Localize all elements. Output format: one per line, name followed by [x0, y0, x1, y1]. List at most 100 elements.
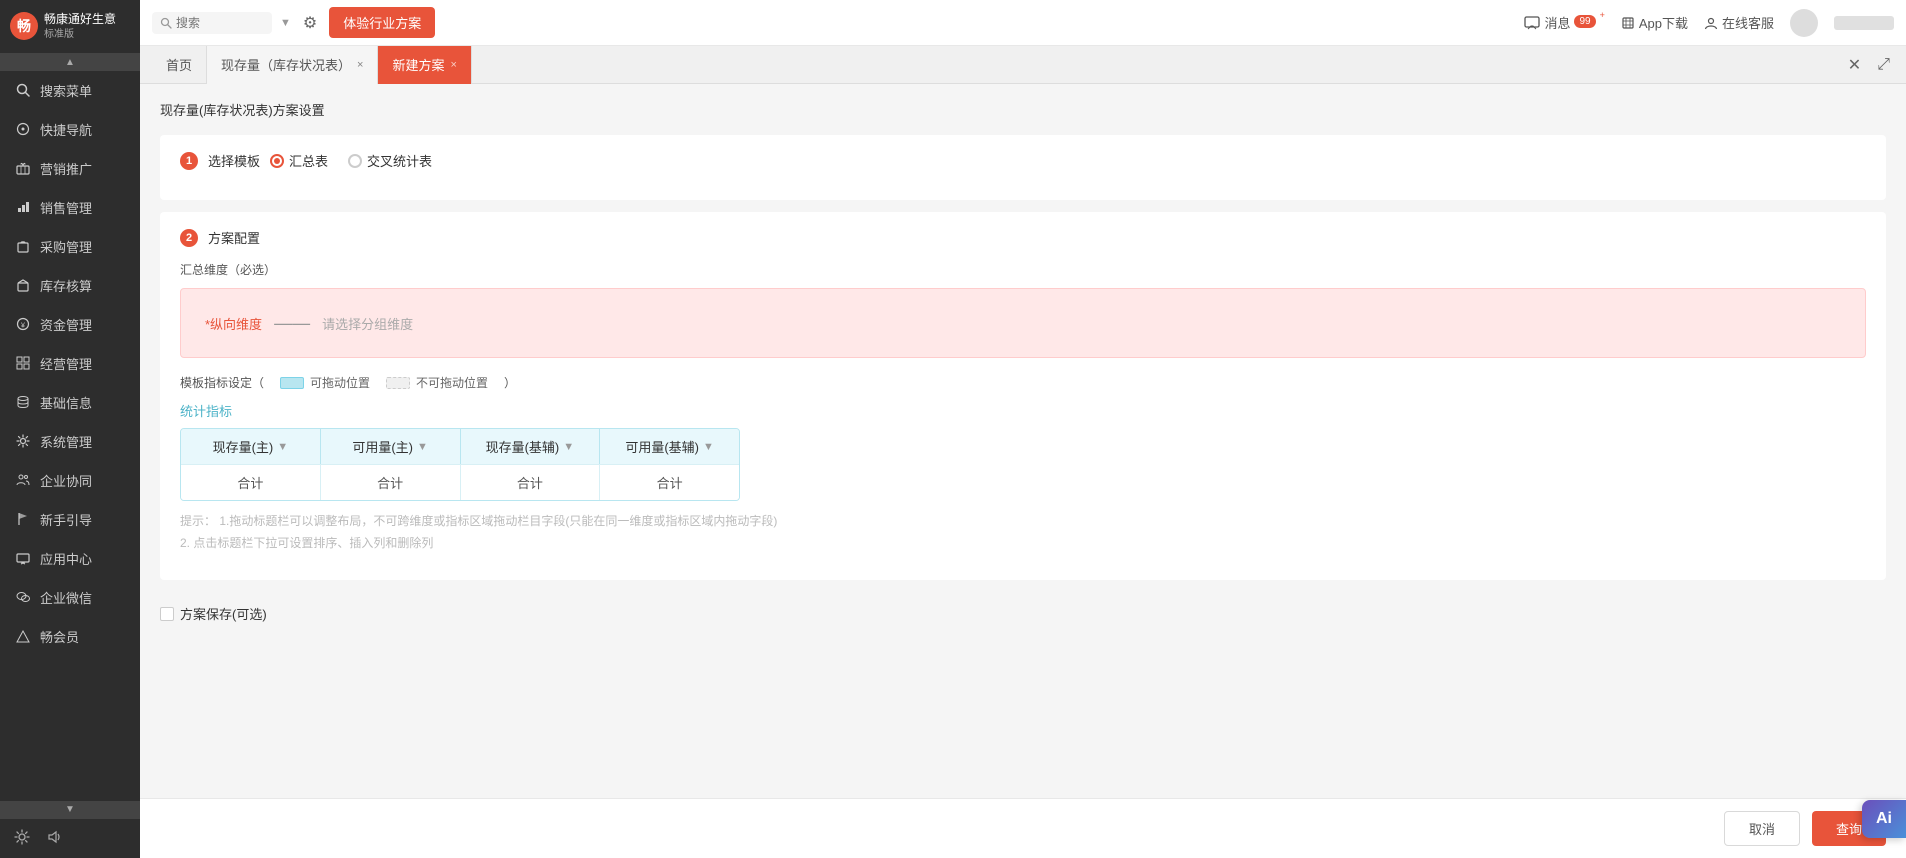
step1-header: 1 选择模板 汇总表 交叉统计表: [180, 151, 1866, 170]
tv-icon: [14, 549, 32, 567]
app-download-icon: [1621, 16, 1635, 30]
sidebar-item-app-center[interactable]: 应用中心: [0, 539, 140, 578]
sidebar-item-purchase[interactable]: 采购管理: [0, 227, 140, 266]
step2-header: 2 方案配置: [180, 228, 1866, 247]
tab-expand-button[interactable]: ⤢: [1873, 54, 1894, 76]
stats-col-3-chevron[interactable]: ▼: [703, 441, 714, 453]
dimension-required: *纵向维度: [205, 314, 262, 333]
ai-fab-button[interactable]: Ai: [1862, 800, 1906, 838]
tab-home[interactable]: 首页: [152, 46, 207, 84]
stats-col-3[interactable]: 可用量(基辅) ▼: [600, 429, 739, 464]
stats-col-1-chevron[interactable]: ▼: [417, 441, 428, 453]
message-badge: 99: [1574, 15, 1595, 28]
hint-2: 2. 点击标题栏下拉可设置排序、插入列和删除列: [180, 533, 1866, 555]
tab-close-button[interactable]: ✕: [1844, 53, 1865, 77]
stats-section-title: 统计指标: [180, 401, 1866, 420]
trial-button[interactable]: 体验行业方案: [329, 7, 435, 38]
sidebar-item-inventory[interactable]: 库存核算: [0, 266, 140, 305]
svg-text:¥: ¥: [21, 323, 25, 330]
people-icon: [14, 471, 32, 489]
content-area: 现存量(库存状况表)方案设置 1 选择模板 汇总表 交叉统计表: [140, 84, 1906, 798]
message-icon: [1524, 15, 1540, 31]
coin-icon: ¥: [14, 315, 32, 333]
sidebar-item-marketing[interactable]: 营销推广: [0, 149, 140, 188]
sidebar-item-quick-nav[interactable]: 快捷导航: [0, 110, 140, 149]
step1-title: 选择模板: [208, 151, 260, 170]
topbar-gear-icon[interactable]: ⚙: [299, 9, 321, 37]
cancel-button[interactable]: 取消: [1724, 811, 1800, 846]
flag-icon: [14, 510, 32, 528]
sidebar-item-sales[interactable]: 销售管理: [0, 188, 140, 227]
grid-icon: [14, 354, 32, 372]
search-input[interactable]: [176, 16, 256, 30]
dimension-separator: ——: [274, 313, 310, 334]
main-content: ▼ ⚙ 体验行业方案 消息 99 + App下载 在线客服 首页 现: [140, 0, 1906, 858]
radio-cross[interactable]: 交叉统计表: [348, 151, 432, 170]
tab-new-scheme-close-icon[interactable]: ×: [450, 59, 456, 71]
stats-cell-0: 合计: [181, 465, 321, 500]
chart-icon: [14, 198, 32, 216]
stats-col-2[interactable]: 现存量(基辅) ▼: [461, 429, 601, 464]
tab-new-scheme[interactable]: 新建方案 ×: [378, 46, 471, 84]
stats-table-header: 现存量(主) ▼ 可用量(主) ▼ 现存量(基辅) ▼ 可用量(基辅): [181, 429, 739, 464]
dimension-area[interactable]: *纵向维度 —— 请选择分组维度: [180, 288, 1866, 358]
username: [1834, 16, 1894, 30]
save-checkbox-row[interactable]: 方案保存(可选): [160, 592, 1886, 627]
search-icon: [14, 81, 32, 99]
stats-col-0[interactable]: 现存量(主) ▼: [181, 429, 321, 464]
wechat-icon: [14, 588, 32, 606]
radio-summary[interactable]: 汇总表: [270, 151, 328, 170]
sidebar-scroll-down[interactable]: ▼: [0, 801, 140, 818]
speaker-icon[interactable]: [46, 829, 62, 848]
message-button[interactable]: 消息 99 +: [1524, 13, 1604, 32]
gear-icon: [14, 432, 32, 450]
save-checkbox[interactable]: [160, 607, 174, 621]
logo-text: 畅康通好生意 标准版: [44, 12, 116, 41]
topbar: ▼ ⚙ 体验行业方案 消息 99 + App下载 在线客服: [140, 0, 1906, 46]
logo-icon: 畅: [10, 12, 38, 40]
stats-col-2-chevron[interactable]: ▼: [563, 441, 574, 453]
tab-inventory-close-icon[interactable]: ×: [357, 59, 363, 71]
sidebar-item-member[interactable]: 畅会员: [0, 617, 140, 656]
tab-inventory-status[interactable]: 现存量（库存状况表） ×: [207, 46, 378, 84]
stats-table-row: 合计 合计 合计 合计: [181, 464, 739, 500]
settings-icon[interactable]: [14, 829, 30, 848]
customer-service-button[interactable]: 在线客服: [1704, 13, 1774, 32]
topbar-search-icon: [160, 17, 172, 29]
radio-cross-dot: [348, 154, 362, 168]
topbar-search-box[interactable]: [152, 12, 272, 34]
step2-section: 2 方案配置 汇总维度（必选） *纵向维度 —— 请选择分组维度 模板指标设定（…: [160, 212, 1886, 580]
sidebar-item-system[interactable]: 系统管理: [0, 422, 140, 461]
stats-col-0-chevron[interactable]: ▼: [277, 441, 288, 453]
sidebar: 畅 畅康通好生意 标准版 ▲ 搜索菜单 快捷导航 营销推广: [0, 0, 140, 858]
app-download-button[interactable]: App下载: [1621, 13, 1688, 32]
sidebar-nav: 搜索菜单 快捷导航 营销推广 销售管理 采购管理: [0, 71, 140, 801]
radio-summary-dot: [270, 154, 284, 168]
member-icon: [14, 627, 32, 645]
avatar: [1790, 9, 1818, 37]
hints-section: 提示： 1.拖动标题栏可以调整布局，不可跨维度或指标区域拖动栏目字段(只能在同一…: [180, 501, 1866, 564]
draggable-legend-box: [280, 377, 304, 389]
sidebar-item-operation[interactable]: 经营管理: [0, 344, 140, 383]
template-radio-group: 汇总表 交叉统计表: [270, 151, 432, 170]
customer-service-icon: [1704, 16, 1718, 30]
sidebar-scroll-up[interactable]: ▲: [0, 54, 140, 71]
sidebar-item-finance[interactable]: ¥ 资金管理: [0, 305, 140, 344]
gift-icon: [14, 159, 32, 177]
stats-col-1[interactable]: 可用量(主) ▼: [321, 429, 461, 464]
database-icon: [14, 393, 32, 411]
topbar-right: 消息 99 + App下载 在线客服: [1524, 9, 1894, 37]
step1-section: 1 选择模板 汇总表 交叉统计表: [160, 135, 1886, 200]
tabs-bar: 首页 现存量（库存状况表） × 新建方案 × ✕ ⤢: [140, 46, 1906, 84]
sidebar-bottom: [0, 818, 140, 858]
bag-icon: [14, 237, 32, 255]
sidebar-item-search-menu[interactable]: 搜索菜单: [0, 71, 140, 110]
step1-badge: 1: [180, 152, 198, 170]
sidebar-logo: 畅 畅康通好生意 标准版: [0, 0, 140, 54]
legend-draggable: 可拖动位置: [280, 374, 370, 391]
sidebar-item-basic-info[interactable]: 基础信息: [0, 383, 140, 422]
message-badge-plus: +: [1600, 10, 1605, 20]
sidebar-item-newbie[interactable]: 新手引导: [0, 500, 140, 539]
sidebar-item-wechat[interactable]: 企业微信: [0, 578, 140, 617]
sidebar-item-enterprise[interactable]: 企业协同: [0, 461, 140, 500]
